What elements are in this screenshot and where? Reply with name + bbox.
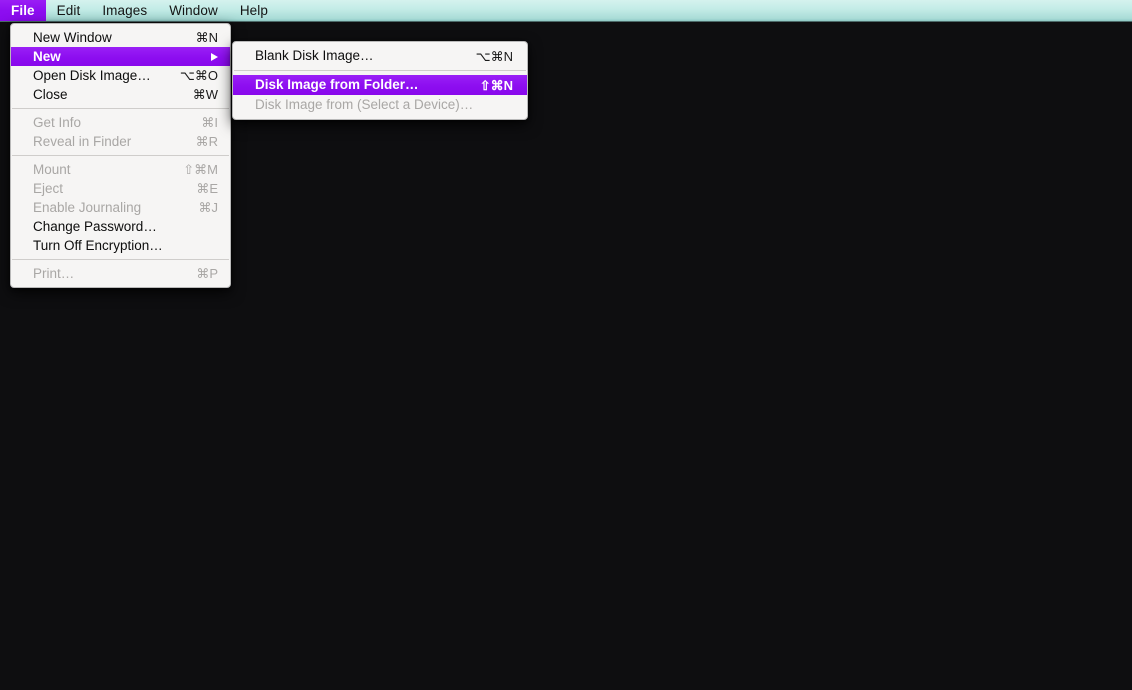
new-submenu-item-label: Disk Image from Folder… [255,77,419,93]
new-submenu-dropdown: Blank Disk Image… ⌥⌘N Disk Image from Fold… [232,41,528,120]
file-menu-item-shortcut: ⌘E [196,181,218,196]
menubar-item-window[interactable]: Window [158,0,229,21]
file-menu-item-label: New [33,48,61,64]
file-menu-item-shortcut: ⌘P [196,266,218,281]
file-menu-item-shortcut: ⌘W [192,87,218,102]
file-menu-item-label: Reveal in Finder [33,133,132,149]
file-menu-item-new[interactable]: New [11,47,230,66]
file-menu-item-label: Open Disk Image… [33,67,151,83]
file-menu-item-eject: Eject ⌘E [11,179,230,198]
menu-bar: File Edit Images Window Help [0,0,1132,22]
file-menu-item-shortcut: ⌘I [201,115,218,130]
file-menu-dropdown: New Window ⌘N New Open Disk Image… ⌥⌘O Close ⌘… [10,23,231,288]
file-menu-separator [12,108,229,109]
file-menu-item-shortcut: ⌘R [195,134,218,149]
file-menu-item-open-disk-image[interactable]: Open Disk Image… ⌥⌘O [11,66,230,85]
file-menu-item-new-window[interactable]: New Window ⌘N [11,28,230,47]
file-menu-item-label: Change Password… [33,218,157,234]
new-submenu-item-label: Disk Image from (Select a Device)… [255,97,474,113]
file-menu-item-change-password[interactable]: Change Password… [11,217,230,236]
file-menu-item-enable-journaling: Enable Journaling ⌘J [11,198,230,217]
new-submenu-item-shortcut: ⌥⌘N [475,48,513,64]
new-submenu-item-label: Blank Disk Image… [255,48,374,64]
file-menu-item-turn-off-encryption[interactable]: Turn Off Encryption… [11,236,230,255]
menubar-item-edit[interactable]: Edit [46,0,92,21]
menubar-item-help[interactable]: Help [229,0,279,21]
file-menu-item-shortcut: ⌥⌘O [179,68,218,83]
new-submenu-item-shortcut: ⇧⌘N [479,77,513,93]
submenu-arrow-icon [211,52,218,61]
file-menu-item-label: Enable Journaling [33,199,142,215]
menubar-item-images[interactable]: Images [91,0,158,21]
file-menu-item-label: New Window [33,29,112,45]
menubar-item-file[interactable]: File [0,0,46,21]
file-menu-item-reveal-in-finder: Reveal in Finder ⌘R [11,132,230,151]
new-submenu-item-disk-image-from-folder[interactable]: Disk Image from Folder… ⇧⌘N [233,75,527,95]
file-menu-item-label: Eject [33,180,64,196]
file-menu-item-close[interactable]: Close ⌘W [11,85,230,104]
file-menu-item-label: Close [33,86,68,102]
file-menu-item-label: Turn Off Encryption… [33,237,163,253]
file-menu-item-shortcut: ⌘N [195,30,218,45]
new-submenu-item-blank-disk-image[interactable]: Blank Disk Image… ⌥⌘N [233,46,527,66]
file-menu-item-get-info: Get Info ⌘I [11,113,230,132]
file-menu-item-print: Print… ⌘P [11,264,230,283]
file-menu-item-label: Print… [33,265,75,281]
file-menu-item-shortcut: ⌘J [198,200,219,215]
new-submenu-item-disk-image-from-select-a-device: Disk Image from (Select a Device)… [233,95,527,115]
file-menu-item-label: Get Info [33,114,82,130]
file-menu-separator [12,259,229,260]
file-menu-item-label: Mount [33,161,71,177]
file-menu-separator [12,155,229,156]
new-submenu-separator [234,70,526,71]
file-menu-item-mount: Mount ⇧⌘M [11,160,230,179]
file-menu-item-shortcut: ⇧⌘M [183,162,218,177]
